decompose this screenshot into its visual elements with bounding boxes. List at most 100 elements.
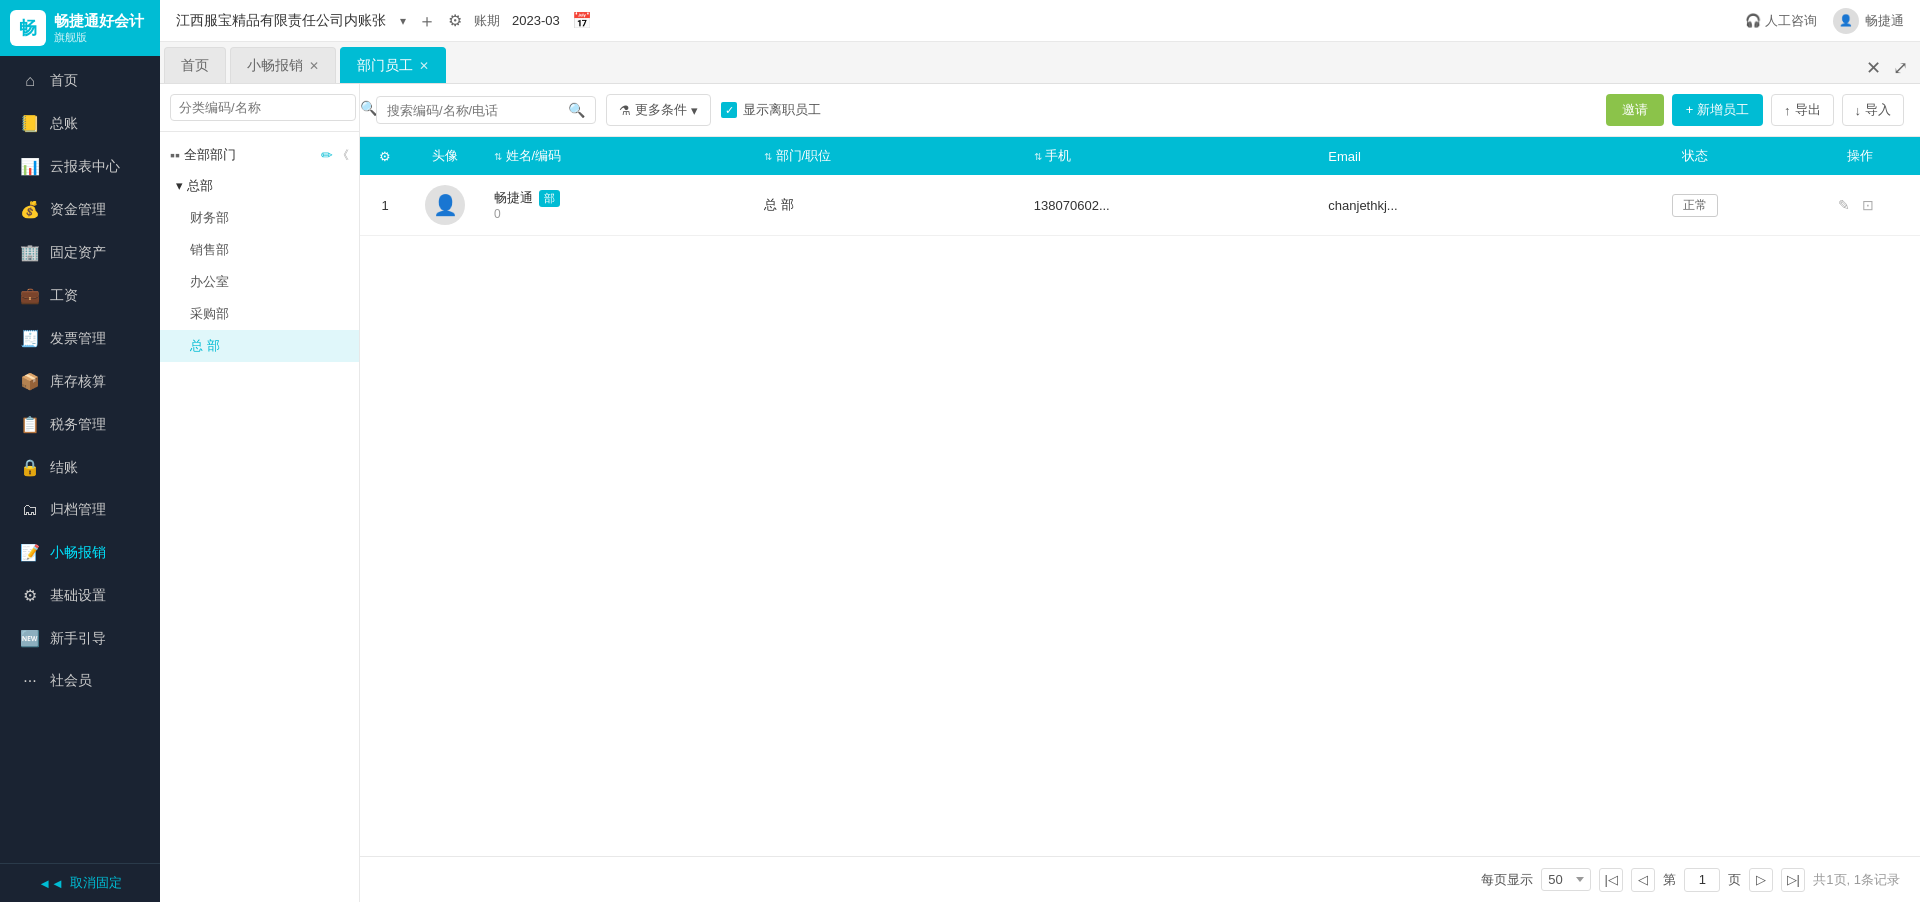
show-resigned-control[interactable]: ✓ 显示离职员工 (721, 101, 821, 119)
employee-search-icon[interactable]: 🔍 (568, 102, 585, 118)
filter-icon: ⚗ (619, 103, 631, 118)
dept-item-zongbu[interactable]: 总 部 (160, 330, 359, 362)
sidebar-item-home[interactable]: ⌂ 首页 (0, 60, 160, 102)
col-settings[interactable]: ⚙ (360, 137, 410, 175)
row-index: 1 (360, 175, 410, 236)
dept-item-purchase[interactable]: 采购部 (160, 298, 359, 330)
user-area[interactable]: 👤 畅捷通 (1833, 8, 1904, 34)
tab-home-label: 首页 (181, 57, 209, 75)
page-number-input[interactable] (1684, 868, 1720, 892)
tab-expense-close-icon[interactable]: ✕ (309, 59, 319, 73)
all-dept-header[interactable]: ▪▪ 全部部门 ✏ 《 (160, 140, 359, 170)
employee-table: ⚙ 头像 ⇅ 姓名/编码 ⇅ 部门/职位 ⇅ 手机 Email (360, 137, 1920, 236)
sidebar-item-settings[interactable]: ⚙ 基础设置 (0, 574, 160, 617)
calendar-icon[interactable]: 📅 (572, 11, 592, 30)
total-info: 共1页, 1条记录 (1813, 871, 1900, 889)
more-icon: ··· (20, 672, 40, 690)
page-size-label: 每页显示 (1481, 871, 1533, 889)
add-employee-button[interactable]: + 新增员工 (1672, 94, 1763, 126)
sidebar-item-assets[interactable]: 🏢 固定资产 (0, 231, 160, 274)
collapse-icon[interactable]: 《 (337, 147, 349, 164)
tab-department[interactable]: 部门员工 ✕ (340, 47, 446, 83)
sidebar-navigation: ⌂ 首页 📒 总账 📊 云报表中心 💰 资金管理 🏢 固定资产 💼 工资 🧾 发… (0, 56, 160, 863)
import-label: 导入 (1865, 101, 1891, 119)
tab-maximize-icon[interactable]: ⤢ (1889, 53, 1912, 83)
sidebar-item-guide[interactable]: 🆕 新手引导 (0, 617, 160, 660)
invoice-icon: 🧾 (20, 329, 40, 348)
sidebar-item-payroll[interactable]: 💼 工资 (0, 274, 160, 317)
filter-button[interactable]: ⚗ 更多条件 ▾ (606, 94, 711, 126)
page-unit-label: 页 (1728, 871, 1741, 889)
page-next-button[interactable]: ▷ (1749, 868, 1773, 892)
dept-item-zongbu-parent[interactable]: ▾ 总部 (160, 170, 359, 202)
page-size-select[interactable]: 50 20 100 (1541, 868, 1591, 891)
col-phone[interactable]: ⇅ 手机 (1020, 137, 1314, 175)
expense-icon: 📝 (20, 543, 40, 562)
sidebar-logo: 畅 畅捷通好会计 旗舰版 (0, 0, 160, 56)
app-sub: 旗舰版 (54, 30, 144, 45)
tax-icon: 📋 (20, 415, 40, 434)
row-name-cell: 畅捷通 部 0 (480, 175, 750, 236)
show-resigned-checkbox[interactable]: ✓ (721, 102, 737, 118)
sidebar-item-more[interactable]: ··· 社会员 (0, 660, 160, 702)
archive-icon: 🗂 (20, 501, 40, 519)
tab-department-close-icon[interactable]: ✕ (419, 59, 429, 73)
tab-bar: 首页 小畅报销 ✕ 部门员工 ✕ ✕ ⤢ (160, 42, 1920, 84)
company-name: 江西服宝精品有限责任公司内账张 (176, 12, 386, 30)
sidebar-item-funds[interactable]: 💰 资金管理 (0, 188, 160, 231)
sidebar-item-expense[interactable]: 📝 小畅报销 (0, 531, 160, 574)
page-first-button[interactable]: |◁ (1599, 868, 1623, 892)
tab-home[interactable]: 首页 (164, 47, 226, 83)
tab-actions: ✕ ⤢ (1862, 53, 1920, 83)
sidebar-item-reports[interactable]: 📊 云报表中心 (0, 145, 160, 188)
closing-icon: 🔒 (20, 458, 40, 477)
support-label: 人工咨询 (1765, 12, 1817, 30)
employee-search-box: 🔍 (376, 96, 596, 124)
employee-search-input[interactable] (387, 103, 562, 118)
edit-employee-icon[interactable]: ✎ (1838, 197, 1850, 213)
employee-table-container: ⚙ 头像 ⇅ 姓名/编码 ⇅ 部门/职位 ⇅ 手机 Email (360, 137, 1920, 856)
user-name: 畅捷通 (1865, 12, 1904, 30)
sidebar-item-inventory[interactable]: 📦 库存核算 (0, 360, 160, 403)
sidebar-item-closing[interactable]: 🔒 结账 (0, 446, 160, 489)
table-row: 1 👤 畅捷通 部 0 (360, 175, 1920, 236)
settings-gear-icon[interactable]: ⚙ (448, 11, 462, 30)
employee-toolbar: 🔍 ⚗ 更多条件 ▾ ✓ 显示离职员工 邀请 + 新增员工 ↑ 导出 (360, 84, 1920, 137)
dept-item-sales[interactable]: 销售部 (160, 234, 359, 266)
support-button[interactable]: 🎧 人工咨询 (1745, 12, 1817, 30)
dept-item-finance[interactable]: 财务部 (160, 202, 359, 234)
top-bar-right: 🎧 人工咨询 👤 畅捷通 (1745, 8, 1904, 34)
sidebar-item-inventory-label: 库存核算 (50, 373, 106, 391)
invite-button[interactable]: 邀请 (1606, 94, 1664, 126)
import-button[interactable]: ↓ 导入 (1842, 94, 1905, 126)
sidebar-item-tax[interactable]: 📋 税务管理 (0, 403, 160, 446)
unpin-button[interactable]: ◄◄ 取消固定 (0, 863, 160, 902)
sidebar-item-invoice[interactable]: 🧾 发票管理 (0, 317, 160, 360)
import-icon: ↓ (1855, 103, 1862, 118)
dept-search-input[interactable] (170, 94, 356, 121)
col-email: Email (1314, 137, 1590, 175)
export-button[interactable]: ↑ 导出 (1771, 94, 1834, 126)
sidebar-item-archive[interactable]: 🗂 归档管理 (0, 489, 160, 531)
dept-item-office[interactable]: 办公室 (160, 266, 359, 298)
tab-expense[interactable]: 小畅报销 ✕ (230, 47, 336, 83)
col-name[interactable]: ⇅ 姓名/编码 (480, 137, 750, 175)
top-bar: 江西服宝精品有限责任公司内账张 ▾ ＋ ⚙ 账期 2023-03 📅 🎧 人工咨… (160, 0, 1920, 42)
tab-expense-label: 小畅报销 (247, 57, 303, 75)
sidebar-item-ledger[interactable]: 📒 总账 (0, 102, 160, 145)
tab-close-all-icon[interactable]: ✕ (1862, 53, 1885, 83)
page-prev-button[interactable]: ◁ (1631, 868, 1655, 892)
sidebar-item-funds-label: 资金管理 (50, 201, 106, 219)
edit-dept-icon[interactable]: ✏ (321, 147, 333, 164)
more-options-icon[interactable]: ⊡ (1862, 197, 1874, 213)
add-account-button[interactable]: ＋ (418, 9, 436, 33)
sidebar-item-ledger-label: 总账 (50, 115, 78, 133)
status-badge: 正常 (1672, 194, 1718, 217)
company-dropdown-icon[interactable]: ▾ (400, 14, 406, 28)
reports-icon: 📊 (20, 157, 40, 176)
col-avatar: 头像 (410, 137, 480, 175)
page-last-button[interactable]: ▷| (1781, 868, 1805, 892)
col-dept[interactable]: ⇅ 部门/职位 (750, 137, 1020, 175)
home-icon: ⌂ (20, 72, 40, 90)
row-status-cell: 正常 (1590, 175, 1800, 236)
